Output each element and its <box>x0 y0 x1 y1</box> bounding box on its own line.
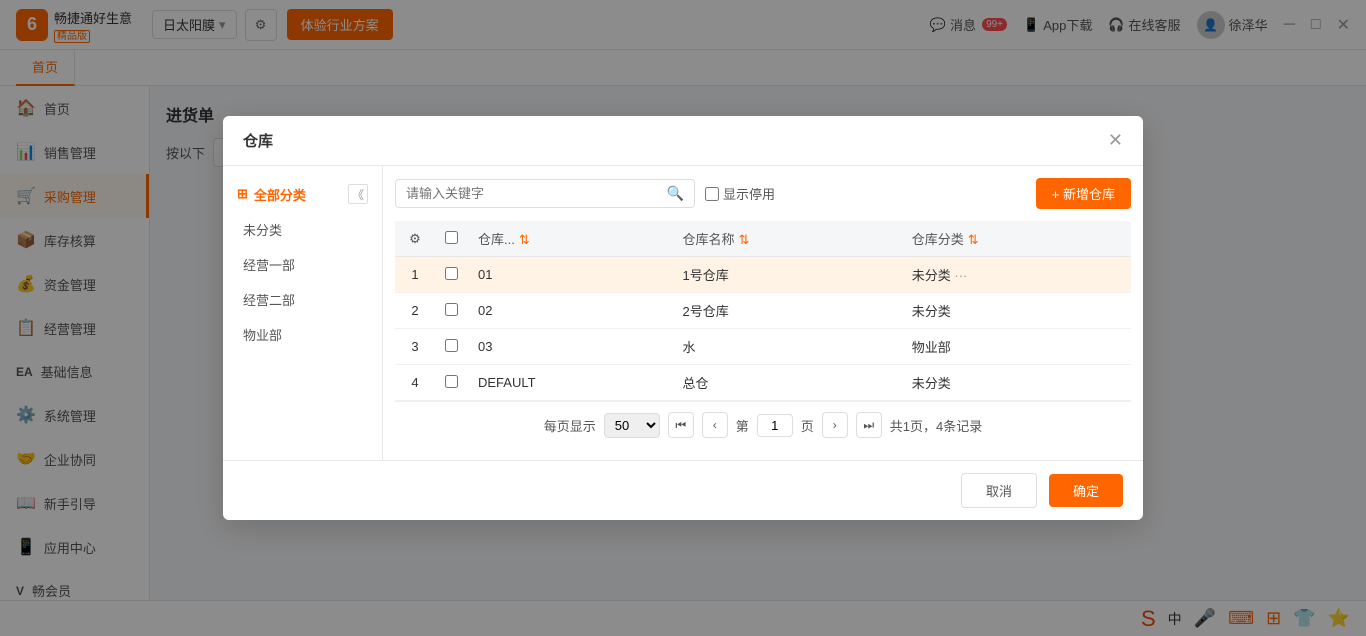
warehouse-table: ⚙ 仓库...⇅ 仓库名称⇅ 仓库分类⇅ 1 01 1号仓库 未分类 ··· <box>395 221 1131 401</box>
show-disabled-text: 显示停用 <box>723 184 775 203</box>
cancel-button[interactable]: 取消 <box>961 473 1037 508</box>
row-num: 1 <box>395 257 435 293</box>
row-checkbox[interactable] <box>445 375 458 388</box>
dialog-header: 仓库 ✕ <box>223 116 1143 166</box>
page-label: 第 <box>736 416 749 435</box>
row-name: 水 <box>673 329 902 365</box>
row-category: 未分类 <box>902 293 1131 329</box>
category-item-dept2[interactable]: 经营二部 <box>223 282 382 317</box>
per-page-select[interactable]: 50 20 100 <box>604 413 660 438</box>
dialog-title: 仓库 <box>243 130 273 151</box>
category-all-label: ⊞ 全部分类 <box>237 185 306 204</box>
first-page-button[interactable]: ⏮ <box>668 412 694 438</box>
dialog-body: ⊞ 全部分类 《 未分类 经营一部 经营二部 物业部 🔍 显示停用 <box>223 166 1143 460</box>
row-name: 2号仓库 <box>673 293 902 329</box>
warehouse-dialog: 仓库 ✕ ⊞ 全部分类 《 未分类 经营一部 经营二部 物业部 🔍 <box>223 116 1143 520</box>
search-icon: 🔍 <box>667 185 684 202</box>
search-box: 🔍 <box>395 179 695 208</box>
table-panel: 🔍 显示停用 + 新增仓库 ⚙ 仓库...⇅ 仓库名称⇅ 仓库分类⇅ <box>383 166 1143 460</box>
add-warehouse-button[interactable]: + 新增仓库 <box>1036 178 1131 209</box>
row-num: 3 <box>395 329 435 365</box>
page-total: 共1页，4条记录 <box>890 416 982 435</box>
row-category: 未分类 <box>902 365 1131 401</box>
next-page-button[interactable]: › <box>822 412 848 438</box>
show-disabled-label[interactable]: 显示停用 <box>705 184 775 203</box>
last-page-button[interactable]: ⏭ <box>856 412 882 438</box>
table-row[interactable]: 4 DEFAULT 总仓 未分类 <box>395 365 1131 401</box>
row-category: 未分类 ··· <box>902 257 1131 293</box>
row-category: 物业部 <box>902 329 1131 365</box>
all-category-text: 全部分类 <box>254 185 306 204</box>
row-checkbox[interactable] <box>445 267 458 280</box>
confirm-button[interactable]: 确定 <box>1049 474 1123 507</box>
page-number-input[interactable] <box>757 414 793 437</box>
row-code: 03 <box>468 329 673 365</box>
dialog-close-button[interactable]: ✕ <box>1108 130 1123 151</box>
th-checkbox <box>435 221 468 257</box>
category-all-header[interactable]: ⊞ 全部分类 《 <box>223 176 382 212</box>
show-disabled-checkbox[interactable] <box>705 187 719 201</box>
row-checkbox[interactable] <box>445 339 458 352</box>
row-checkbox-cell <box>435 329 468 365</box>
table-toolbar: 🔍 显示停用 + 新增仓库 <box>395 178 1131 209</box>
category-panel: ⊞ 全部分类 《 未分类 经营一部 经营二部 物业部 <box>223 166 383 460</box>
table-row[interactable]: 3 03 水 物业部 <box>395 329 1131 365</box>
row-checkbox-cell <box>435 365 468 401</box>
row-name: 总仓 <box>673 365 902 401</box>
table-body: 1 01 1号仓库 未分类 ··· 2 02 2号仓库 未分类 3 <box>395 257 1131 401</box>
row-more-icon[interactable]: ··· <box>954 268 967 283</box>
row-checkbox-cell <box>435 293 468 329</box>
grid-icon: ⊞ <box>237 186 248 202</box>
per-page-label: 每页显示 <box>544 416 596 435</box>
th-category: 仓库分类⇅ <box>902 221 1131 257</box>
category-item-property[interactable]: 物业部 <box>223 317 382 352</box>
row-checkbox-cell <box>435 257 468 293</box>
page-unit: 页 <box>801 416 814 435</box>
th-code: 仓库...⇅ <box>468 221 673 257</box>
search-input[interactable] <box>406 186 667 201</box>
row-name: 1号仓库 <box>673 257 902 293</box>
category-item-unclassified[interactable]: 未分类 <box>223 212 382 247</box>
row-code: DEFAULT <box>468 365 673 401</box>
select-all-checkbox[interactable] <box>445 231 458 244</box>
row-num: 2 <box>395 293 435 329</box>
prev-page-button[interactable]: ‹ <box>702 412 728 438</box>
table-row[interactable]: 1 01 1号仓库 未分类 ··· <box>395 257 1131 293</box>
row-checkbox[interactable] <box>445 303 458 316</box>
pagination: 每页显示 50 20 100 ⏮ ‹ 第 页 › ⏭ 共1页，4条记录 <box>395 401 1131 448</box>
th-settings: ⚙ <box>395 221 435 257</box>
table-header: ⚙ 仓库...⇅ 仓库名称⇅ 仓库分类⇅ <box>395 221 1131 257</box>
collapse-button[interactable]: 《 <box>348 184 368 204</box>
dialog-footer: 取消 确定 <box>223 460 1143 520</box>
row-num: 4 <box>395 365 435 401</box>
th-name: 仓库名称⇅ <box>673 221 902 257</box>
category-item-dept1[interactable]: 经营一部 <box>223 247 382 282</box>
row-code: 01 <box>468 257 673 293</box>
header-row: ⚙ 仓库...⇅ 仓库名称⇅ 仓库分类⇅ <box>395 221 1131 257</box>
row-code: 02 <box>468 293 673 329</box>
table-row[interactable]: 2 02 2号仓库 未分类 <box>395 293 1131 329</box>
